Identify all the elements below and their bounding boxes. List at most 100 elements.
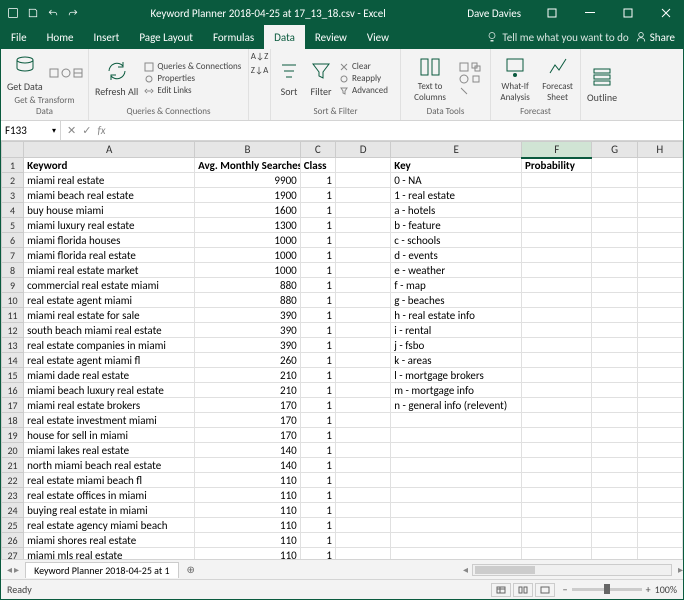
cell[interactable]: l - mortgage brokers — [391, 368, 522, 383]
cell[interactable]: b - feature — [391, 218, 522, 233]
cell[interactable] — [637, 248, 682, 263]
cell[interactable]: 1 — [300, 548, 335, 560]
cell[interactable]: Avg. Monthly Searches ( — [195, 158, 301, 173]
next-sheet-icon[interactable]: ▸ — [14, 563, 19, 576]
cell[interactable] — [637, 413, 682, 428]
cell[interactable]: 1 — [300, 533, 335, 548]
cell[interactable] — [522, 278, 592, 293]
cell[interactable]: 1 — [300, 263, 335, 278]
cell[interactable] — [335, 518, 390, 533]
tab-insert[interactable]: Insert — [84, 25, 130, 49]
col-header-B[interactable]: B — [195, 142, 301, 158]
cell[interactable]: 110 — [195, 548, 301, 560]
cell[interactable] — [522, 173, 592, 188]
cell[interactable]: Key — [391, 158, 522, 173]
redo-icon[interactable] — [67, 7, 79, 19]
cell[interactable] — [391, 503, 522, 518]
cell[interactable]: buy house miami — [24, 203, 195, 218]
cell[interactable] — [391, 533, 522, 548]
row-header[interactable]: 11 — [2, 308, 24, 323]
cell[interactable]: 140 — [195, 458, 301, 473]
cell[interactable]: miami real estate — [24, 173, 195, 188]
cell[interactable]: 1900 — [195, 188, 301, 203]
cell[interactable]: 1 — [300, 218, 335, 233]
zoom-slider[interactable] — [572, 588, 642, 591]
maximize-button[interactable] — [611, 1, 645, 25]
cell[interactable]: 1000 — [195, 233, 301, 248]
cell[interactable]: 1 — [300, 323, 335, 338]
cell[interactable]: 390 — [195, 308, 301, 323]
outline-button[interactable]: Outline — [585, 63, 619, 106]
col-header-D[interactable]: D — [335, 142, 390, 158]
cell[interactable]: miami florida houses — [24, 233, 195, 248]
cell[interactable]: 390 — [195, 338, 301, 353]
cell[interactable] — [592, 488, 637, 503]
cell[interactable] — [335, 263, 390, 278]
cell[interactable] — [522, 443, 592, 458]
cell[interactable] — [592, 383, 637, 398]
cell[interactable] — [335, 443, 390, 458]
cell[interactable] — [592, 323, 637, 338]
add-sheet-button[interactable]: ⊕ — [179, 563, 203, 576]
cell[interactable] — [335, 503, 390, 518]
select-all-cell[interactable] — [2, 142, 24, 158]
row-header[interactable]: 15 — [2, 368, 24, 383]
cell[interactable] — [592, 173, 637, 188]
cell[interactable]: 1 — [300, 398, 335, 413]
cell[interactable]: miami florida real estate — [24, 248, 195, 263]
tab-view[interactable]: View — [357, 25, 399, 49]
cell[interactable] — [391, 488, 522, 503]
cell[interactable]: 170 — [195, 428, 301, 443]
undo-icon[interactable] — [47, 7, 59, 19]
cell[interactable]: g - beaches — [391, 293, 522, 308]
row-header[interactable]: 10 — [2, 293, 24, 308]
cell[interactable] — [335, 428, 390, 443]
cell[interactable]: 1 — [300, 458, 335, 473]
cell[interactable] — [335, 353, 390, 368]
cell[interactable]: 170 — [195, 398, 301, 413]
row-header[interactable]: 12 — [2, 323, 24, 338]
cell[interactable]: Keyword — [24, 158, 195, 173]
row-header[interactable]: 17 — [2, 398, 24, 413]
cell[interactable]: 1 — [300, 383, 335, 398]
cell[interactable] — [592, 188, 637, 203]
cell[interactable] — [637, 233, 682, 248]
cell[interactable] — [391, 443, 522, 458]
get-data-button[interactable]: Get Data — [5, 52, 45, 95]
cell[interactable] — [637, 263, 682, 278]
cell[interactable] — [637, 518, 682, 533]
cell[interactable] — [335, 233, 390, 248]
cell[interactable] — [637, 203, 682, 218]
user-name[interactable]: Dave Davies — [457, 7, 531, 20]
cell[interactable] — [592, 503, 637, 518]
cell[interactable] — [522, 323, 592, 338]
cell[interactable] — [335, 158, 390, 173]
cell[interactable]: 1 - real estate — [391, 188, 522, 203]
cell[interactable] — [335, 173, 390, 188]
cell[interactable]: miami beach real estate — [24, 188, 195, 203]
col-header-G[interactable]: G — [592, 142, 637, 158]
cell[interactable]: 1 — [300, 518, 335, 533]
cell[interactable] — [391, 518, 522, 533]
cell[interactable] — [592, 413, 637, 428]
cell[interactable]: miami beach luxury real estate — [24, 383, 195, 398]
cell[interactable] — [391, 548, 522, 560]
cell[interactable]: 1 — [300, 473, 335, 488]
cell[interactable] — [522, 293, 592, 308]
cell[interactable] — [335, 488, 390, 503]
cell[interactable] — [335, 458, 390, 473]
horizontal-scrollbar[interactable] — [472, 564, 672, 576]
cell[interactable] — [522, 503, 592, 518]
cell[interactable] — [637, 398, 682, 413]
sort-az-button[interactable]: A↓Z — [251, 51, 269, 62]
cell[interactable]: 110 — [195, 503, 301, 518]
cell[interactable] — [335, 473, 390, 488]
cell[interactable]: f - map — [391, 278, 522, 293]
cell[interactable] — [592, 233, 637, 248]
row-header[interactable]: 1 — [2, 158, 24, 173]
tab-home[interactable]: Home — [37, 25, 84, 49]
cell[interactable] — [522, 203, 592, 218]
share-button[interactable]: Share — [635, 31, 675, 44]
cell[interactable]: Probability — [522, 158, 592, 173]
col-header-H[interactable]: H — [637, 142, 682, 158]
